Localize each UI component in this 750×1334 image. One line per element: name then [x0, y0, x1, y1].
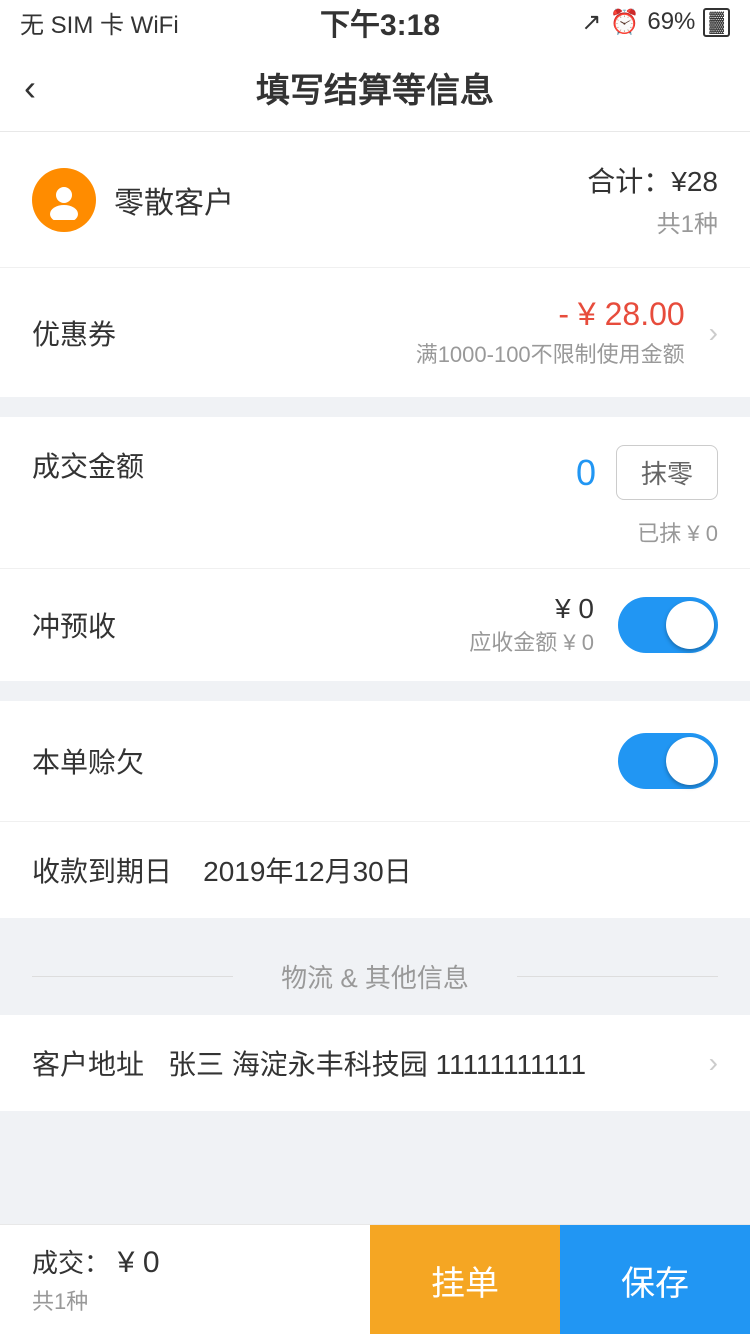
pre-collect-text: ¥ 0 应收金额 ¥ 0: [469, 593, 594, 657]
footer-count: 共1种: [32, 1284, 338, 1316]
amount-label: 成交金额: [32, 445, 144, 485]
address-label: 客户地址: [32, 1043, 144, 1083]
content-area: 零散客户 合计：¥28 共1种 优惠券 - ¥ 28.00 满1000-100不…: [0, 132, 750, 1251]
battery-text: 69%: [647, 8, 695, 36]
debt-toggle[interactable]: [618, 733, 718, 789]
coupon-desc: 满1000-100不限制使用金额: [416, 337, 685, 369]
logistics-label: 物流 & 其他信息: [0, 958, 750, 995]
hang-button[interactable]: 挂单: [370, 1225, 560, 1334]
chevron-right-icon: ›: [709, 317, 718, 349]
alarm-icon: ⏰: [609, 8, 639, 37]
pre-collect-row: 冲预收 ¥ 0 应收金额 ¥ 0: [0, 568, 750, 681]
page-title: 填写结算等信息: [256, 63, 494, 112]
customer-right: 合计：¥28 共1种: [587, 160, 718, 239]
customer-row: 零散客户 合计：¥28 共1种: [0, 132, 750, 267]
debt-toggle-knob: [666, 737, 714, 785]
amount-sub: 已抹 ¥ 0: [0, 516, 750, 568]
address-row[interactable]: 客户地址 张三 海淀永丰科技园 11111111111 ›: [0, 1015, 750, 1111]
customer-name: 零散客户: [114, 178, 234, 222]
battery-icon: ▓: [703, 8, 730, 37]
amount-right: 0 抹零: [556, 445, 718, 500]
logistics-divider: 物流 & 其他信息: [0, 938, 750, 1015]
pre-collect-amount: ¥ 0: [469, 593, 594, 625]
debt-section: 本单赊欠 收款到期日 2019年12月30日: [0, 701, 750, 918]
amount-row: 成交金额 0 抹零: [0, 417, 750, 516]
address-section[interactable]: 客户地址 张三 海淀永丰科技园 11111111111 ›: [0, 1015, 750, 1111]
due-date-row: 收款到期日 2019年12月30日: [0, 821, 750, 918]
coupon-row[interactable]: 优惠券 - ¥ 28.00 满1000-100不限制使用金额 ›: [0, 267, 750, 397]
address-value: 张三 海淀永丰科技园 11111111111: [168, 1043, 701, 1083]
coupon-value-block: - ¥ 28.00 满1000-100不限制使用金额: [416, 296, 685, 369]
pre-collect-sub: 应收金额 ¥ 0: [469, 625, 594, 657]
footer-deal-label: 成交：: [32, 1248, 110, 1278]
save-button[interactable]: 保存: [560, 1225, 750, 1334]
address-chevron-icon: ›: [709, 1047, 718, 1079]
pre-collect-label: 冲预收: [32, 605, 116, 645]
debt-row: 本单赊欠: [0, 701, 750, 821]
total-amount: 合计：¥28: [587, 160, 718, 200]
customer-avatar: [32, 168, 96, 232]
back-button[interactable]: ‹: [24, 67, 36, 109]
status-left: 无 SIM 卡 WiFi: [20, 5, 179, 40]
transaction-section: 成交金额 0 抹零 已抹 ¥ 0 冲预收 ¥ 0 应收金额 ¥ 0: [0, 417, 750, 681]
footer-deal-line: 成交： ¥ 0: [32, 1243, 338, 1280]
status-time: 下午3:18: [320, 0, 440, 44]
location-icon: ↗: [581, 8, 601, 37]
debt-label: 本单赊欠: [32, 741, 144, 781]
total-count: 共1种: [587, 204, 718, 239]
coupon-label: 优惠券: [32, 313, 116, 353]
footer: 成交： ¥ 0 共1种 挂单 保存: [0, 1224, 750, 1334]
pre-collect-right: ¥ 0 应收金额 ¥ 0: [469, 593, 718, 657]
toggle-knob: [666, 601, 714, 649]
coupon-value: - ¥ 28.00: [416, 296, 685, 333]
status-right: ↗ ⏰ 69% ▓: [581, 8, 730, 37]
due-date-label: 收款到期日 2019年12月30日: [32, 856, 412, 887]
pre-collect-toggle[interactable]: [618, 597, 718, 653]
sim-wifi-text: 无 SIM 卡 WiFi: [20, 5, 179, 40]
coupon-right: - ¥ 28.00 满1000-100不限制使用金额 ›: [416, 296, 718, 369]
customer-section: 零散客户 合计：¥28 共1种 优惠券 - ¥ 28.00 满1000-100不…: [0, 132, 750, 397]
due-date-prefix: 收款到期日: [32, 856, 172, 887]
round-button[interactable]: 抹零: [616, 445, 718, 500]
status-bar: 无 SIM 卡 WiFi 下午3:18 ↗ ⏰ 69% ▓: [0, 0, 750, 44]
footer-info: 成交： ¥ 0 共1种: [0, 1225, 370, 1334]
amount-value[interactable]: 0: [556, 452, 596, 494]
due-date-value: 2019年12月30日: [203, 856, 412, 887]
customer-left: 零散客户: [32, 168, 234, 232]
footer-deal-amount: ¥ 0: [118, 1246, 160, 1279]
nav-bar: ‹ 填写结算等信息: [0, 44, 750, 132]
